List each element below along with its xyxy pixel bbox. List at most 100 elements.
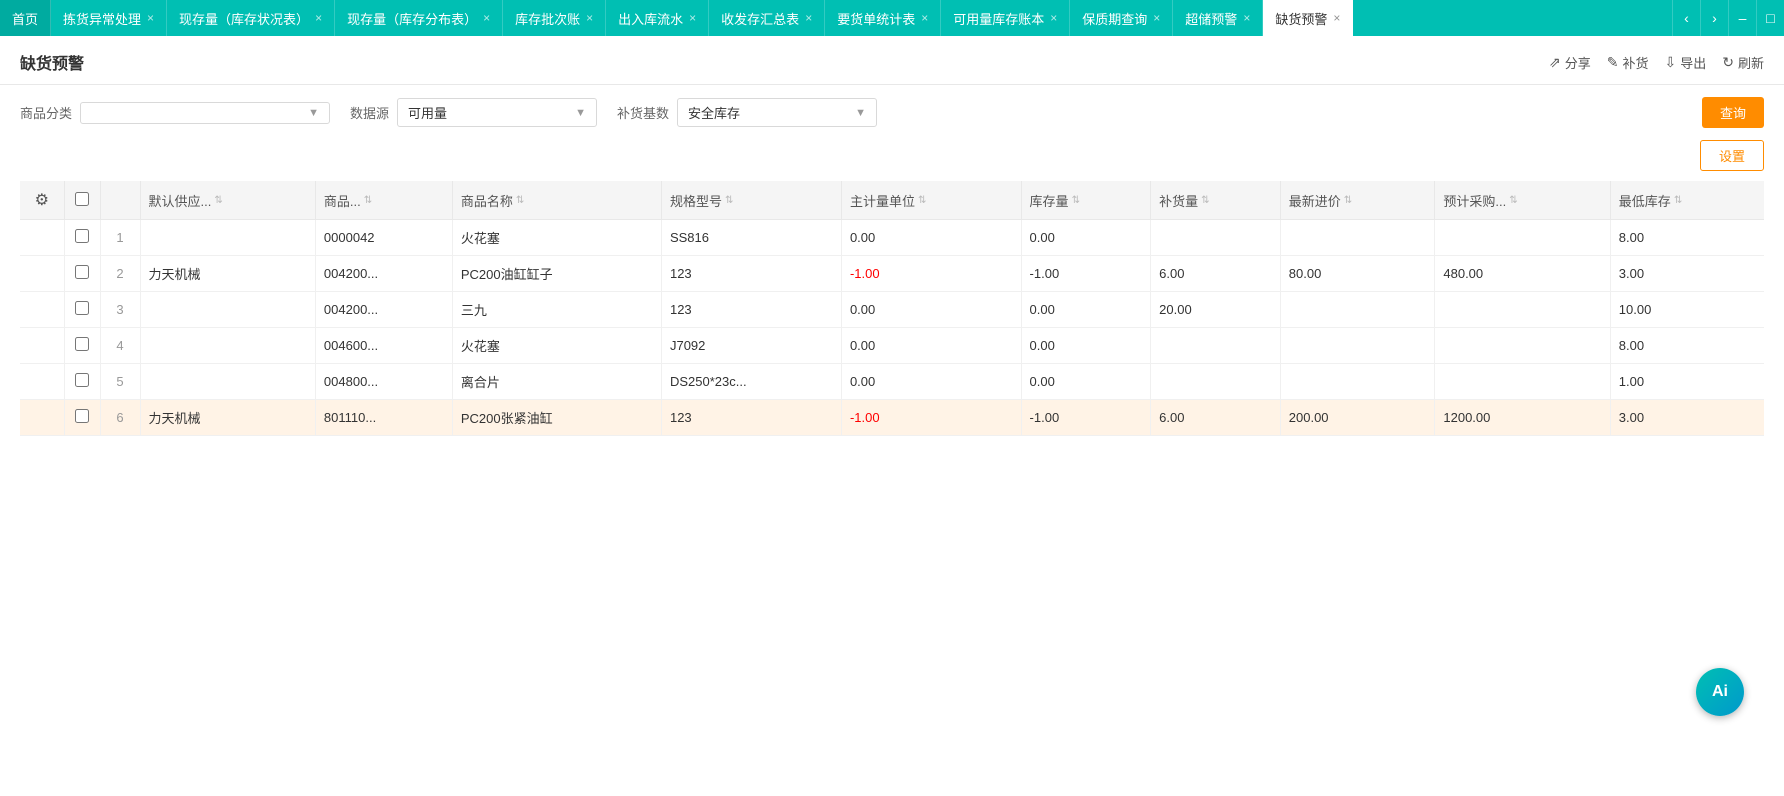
tab-4[interactable]: 库存批次账 × bbox=[503, 0, 606, 36]
th-latest-price[interactable]: 最新进价 ⇅ bbox=[1280, 181, 1435, 220]
tab-7-label: 要货单统计表 bbox=[837, 9, 915, 28]
row-min-stock: 8.00 bbox=[1610, 220, 1764, 256]
row-checkbox[interactable] bbox=[75, 373, 89, 387]
tab-9[interactable]: 保质期查询 × bbox=[1070, 0, 1173, 36]
tab-maximize-button[interactable]: □ bbox=[1756, 0, 1784, 36]
settings-button[interactable]: 设置 bbox=[1700, 140, 1764, 171]
tab-7-close[interactable]: × bbox=[921, 11, 928, 25]
query-button[interactable]: 查询 bbox=[1702, 97, 1764, 128]
tab-2[interactable]: 现存量（库存状况表） × bbox=[167, 0, 335, 36]
row-checkbox[interactable] bbox=[75, 265, 89, 279]
row-min-stock: 1.00 bbox=[1610, 364, 1764, 400]
replenish-chevron-icon: ▼ bbox=[855, 107, 866, 119]
export-button[interactable]: ⇩ 导出 bbox=[1665, 53, 1707, 72]
sort-latest-price-icon: ⇅ bbox=[1344, 195, 1352, 206]
page-title: 缺货预警 bbox=[20, 50, 84, 74]
th-replenish[interactable]: 补货量 ⇅ bbox=[1151, 181, 1281, 220]
row-stock: 0.00 bbox=[1021, 364, 1151, 400]
th-spec[interactable]: 规格型号 ⇅ bbox=[661, 181, 841, 220]
tab-8-close[interactable]: × bbox=[1050, 11, 1057, 25]
tab-4-close[interactable]: × bbox=[586, 11, 593, 25]
row-replenish bbox=[1151, 328, 1281, 364]
row-stock: 0.00 bbox=[1021, 292, 1151, 328]
select-all-checkbox[interactable] bbox=[75, 192, 89, 206]
row-checkbox[interactable] bbox=[75, 301, 89, 315]
row-checkbox[interactable] bbox=[75, 409, 89, 423]
row-supplier bbox=[140, 328, 315, 364]
row-checkbox-cell bbox=[64, 292, 100, 328]
tab-2-label: 现存量（库存状况表） bbox=[179, 9, 309, 28]
tab-1[interactable]: 拣货异常处理 × bbox=[51, 0, 167, 36]
row-min-stock: 10.00 bbox=[1610, 292, 1764, 328]
sort-supplier-icon: ⇅ bbox=[214, 195, 222, 206]
ai-assistant-button[interactable]: Ai bbox=[1696, 668, 1744, 716]
th-supplier[interactable]: 默认供应... ⇅ bbox=[140, 181, 315, 220]
refresh-button[interactable]: ↻ 刷新 bbox=[1722, 53, 1764, 72]
th-code[interactable]: 商品... ⇅ bbox=[315, 181, 452, 220]
row-spec: 123 bbox=[661, 400, 841, 436]
tab-home[interactable]: 首页 bbox=[0, 0, 51, 36]
tab-6-close[interactable]: × bbox=[805, 11, 812, 25]
ai-label: Ai bbox=[1712, 683, 1728, 701]
row-code: 004200... bbox=[315, 292, 452, 328]
row-spec: SS816 bbox=[661, 220, 841, 256]
tab-5[interactable]: 出入库流水 × bbox=[606, 0, 709, 36]
tab-11[interactable]: 缺货预警 × bbox=[1263, 0, 1353, 36]
tab-11-close[interactable]: × bbox=[1333, 11, 1340, 25]
row-checkbox[interactable] bbox=[75, 337, 89, 351]
export-icon: ⇩ bbox=[1665, 54, 1677, 71]
tab-nav-group: ‹ › – □ bbox=[1672, 0, 1784, 36]
row-index: 5 bbox=[100, 364, 140, 400]
row-checkbox-cell bbox=[64, 364, 100, 400]
row-supplier: 力天机械 bbox=[140, 256, 315, 292]
row-name: PC200油缸缸子 bbox=[452, 256, 661, 292]
th-settings[interactable]: ⚙ bbox=[20, 181, 64, 220]
th-replenish-label: 补货量 bbox=[1159, 191, 1198, 210]
th-unit[interactable]: 主计量单位 ⇅ bbox=[841, 181, 1021, 220]
row-code: 004800... bbox=[315, 364, 452, 400]
tab-3-label: 现存量（库存分布表） bbox=[347, 9, 477, 28]
tab-10-close[interactable]: × bbox=[1243, 11, 1250, 25]
th-name[interactable]: 商品名称 ⇅ bbox=[452, 181, 661, 220]
datasource-filter-label: 数据源 bbox=[350, 103, 389, 122]
row-code: 801110... bbox=[315, 400, 452, 436]
tab-1-close[interactable]: × bbox=[147, 11, 154, 25]
row-replenish bbox=[1151, 364, 1281, 400]
tab-prev-button[interactable]: ‹ bbox=[1672, 0, 1700, 36]
th-stock[interactable]: 库存量 ⇅ bbox=[1021, 181, 1151, 220]
tab-8[interactable]: 可用量库存账本 × bbox=[941, 0, 1070, 36]
replenish-select[interactable]: 安全库存 ▼ bbox=[677, 98, 877, 127]
th-min-stock[interactable]: 最低库存 ⇅ bbox=[1610, 181, 1764, 220]
th-unit-label: 主计量单位 bbox=[850, 191, 915, 210]
share-button[interactable]: ⇗ 分享 bbox=[1549, 53, 1591, 72]
row-latest-price bbox=[1280, 328, 1435, 364]
row-replenish: 20.00 bbox=[1151, 292, 1281, 328]
row-stock: -1.00 bbox=[1021, 400, 1151, 436]
tab-minimize-button[interactable]: – bbox=[1728, 0, 1756, 36]
sort-min-stock-icon: ⇅ bbox=[1674, 195, 1682, 206]
tab-9-close[interactable]: × bbox=[1153, 11, 1160, 25]
row-latest-price bbox=[1280, 364, 1435, 400]
tab-6[interactable]: 收发存汇总表 × bbox=[709, 0, 825, 36]
row-index: 3 bbox=[100, 292, 140, 328]
tab-2-close[interactable]: × bbox=[315, 11, 322, 25]
replenish-button[interactable]: ✎ 补货 bbox=[1607, 53, 1649, 72]
row-est-purchase bbox=[1435, 292, 1610, 328]
settings-gear-icon[interactable]: ⚙ bbox=[35, 192, 49, 209]
tab-7[interactable]: 要货单统计表 × bbox=[825, 0, 941, 36]
tab-5-close[interactable]: × bbox=[689, 11, 696, 25]
tab-next-button[interactable]: › bbox=[1700, 0, 1728, 36]
table-header-row: ⚙ 默认供应... ⇅ 商品... bbox=[20, 181, 1764, 220]
datasource-select[interactable]: 可用量 ▼ bbox=[397, 98, 597, 127]
th-est-purchase[interactable]: 预计采购... ⇅ bbox=[1435, 181, 1610, 220]
category-select[interactable]: ▼ bbox=[80, 102, 330, 124]
page-header: 缺货预警 ⇗ 分享 ✎ 补货 ⇩ 导出 ↻ 刷新 bbox=[0, 36, 1784, 85]
tab-3-close[interactable]: × bbox=[483, 11, 490, 25]
tab-10[interactable]: 超储预警 × bbox=[1173, 0, 1263, 36]
row-checkbox-cell bbox=[64, 328, 100, 364]
th-name-label: 商品名称 bbox=[461, 191, 513, 210]
tab-3[interactable]: 现存量（库存分布表） × bbox=[335, 0, 503, 36]
th-index bbox=[100, 181, 140, 220]
row-checkbox[interactable] bbox=[75, 229, 89, 243]
sort-stock-icon: ⇅ bbox=[1072, 195, 1080, 206]
